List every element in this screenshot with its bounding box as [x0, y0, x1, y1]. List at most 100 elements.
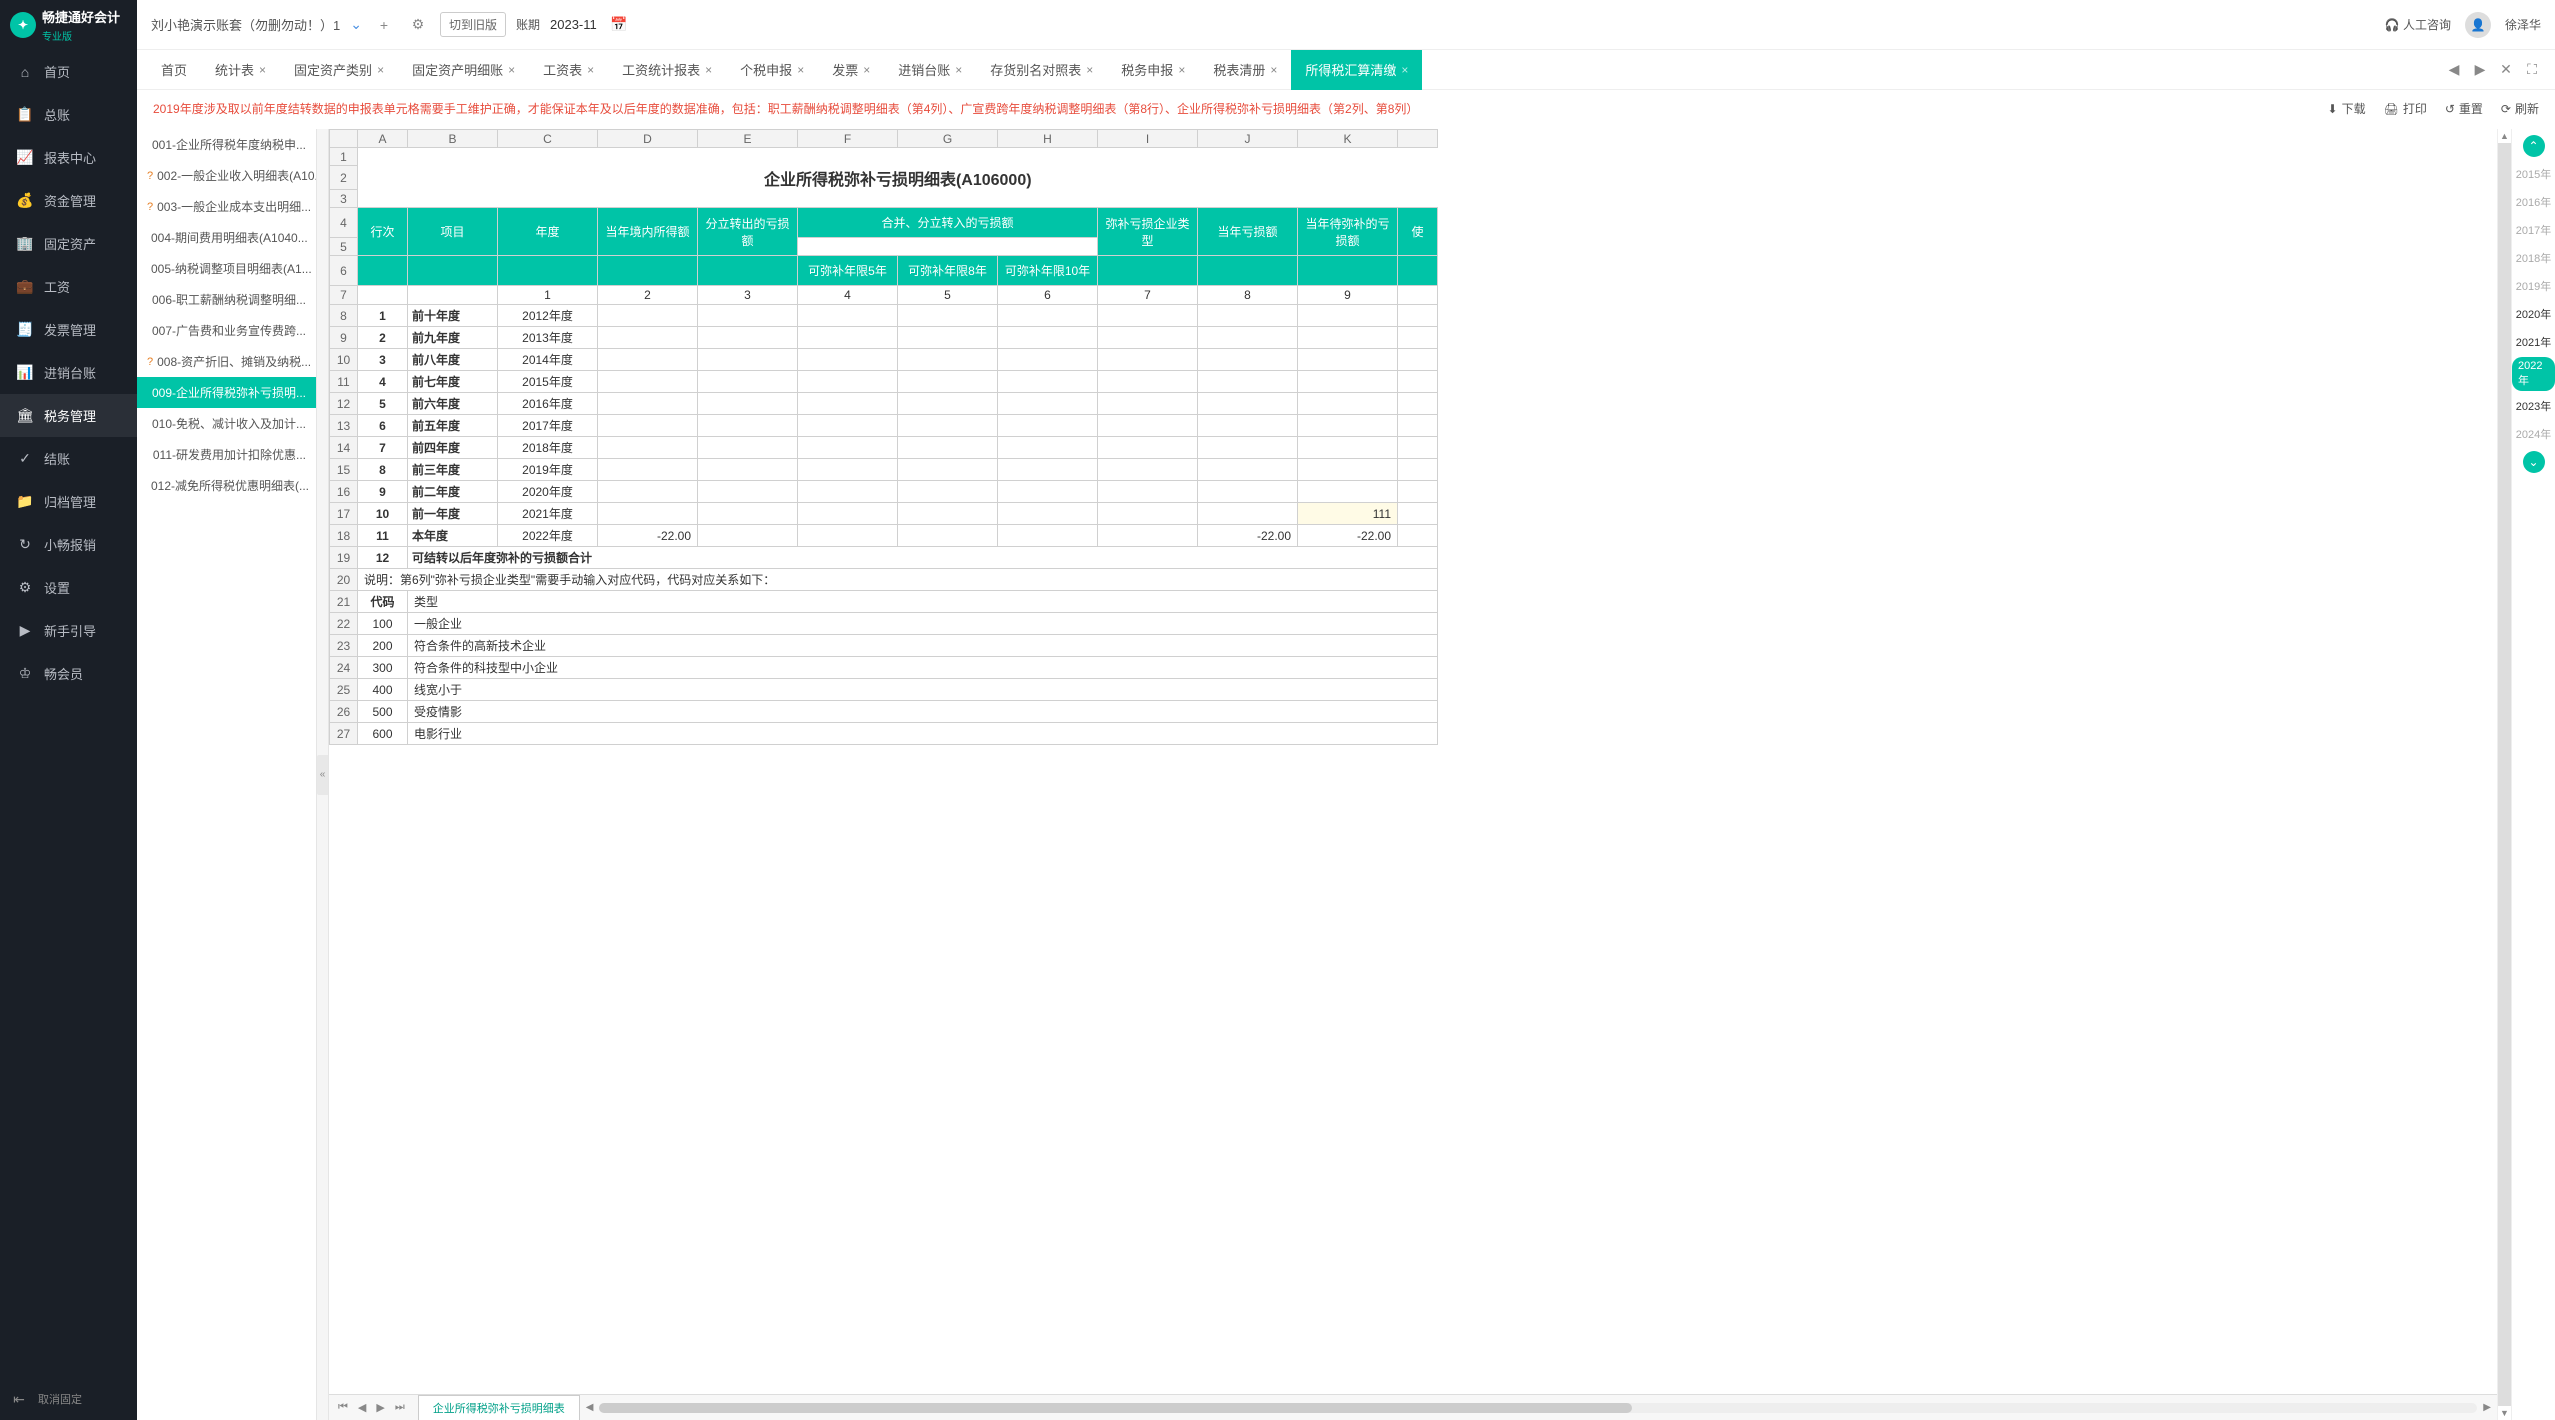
cell-pending[interactable] — [1298, 415, 1398, 437]
cell-domestic[interactable] — [598, 393, 698, 415]
col-header-K[interactable]: K — [1298, 130, 1398, 148]
cell-pending[interactable] — [1298, 327, 1398, 349]
vscroll[interactable]: ▲ ▼ — [2497, 129, 2511, 1420]
nav-item-0[interactable]: ⌂首页 — [0, 50, 137, 93]
cell-rowno[interactable]: 9 — [358, 481, 408, 503]
tab-3[interactable]: 固定资产明细账× — [398, 50, 529, 90]
cell-item[interactable]: 前七年度 — [408, 371, 498, 393]
calendar-icon[interactable]: 📅 — [607, 13, 631, 37]
reset-button[interactable]: ↺重置 — [2445, 100, 2483, 119]
col-header-H[interactable]: H — [998, 130, 1098, 148]
report-item-0[interactable]: 001-企业所得税年度纳税申... — [137, 129, 316, 160]
cell-curloss[interactable] — [1198, 459, 1298, 481]
tab-close-icon[interactable]: × — [1401, 63, 1408, 77]
cell-pending[interactable]: -22.00 — [1298, 525, 1398, 547]
collapse-handle[interactable]: « — [317, 129, 329, 1420]
avatar[interactable]: 👤 — [2465, 12, 2491, 38]
cell-domestic[interactable] — [598, 371, 698, 393]
refresh-button[interactable]: ⟳刷新 — [2501, 100, 2539, 119]
cell-year[interactable]: 2013年度 — [498, 327, 598, 349]
report-item-1[interactable]: ?002-一般企业收入明细表(A10... — [137, 160, 316, 191]
hscroll-thumb[interactable] — [599, 1403, 1632, 1413]
sidebar-unpin[interactable]: ⇤ 取消固定 — [0, 1378, 137, 1420]
settings-icon[interactable]: ⚙ — [406, 13, 430, 37]
tab-8[interactable]: 进销台账× — [884, 50, 976, 90]
report-item-3[interactable]: 004-期间费用明细表(A1040... — [137, 222, 316, 253]
cell-year[interactable]: 2016年度 — [498, 393, 598, 415]
cell-curloss[interactable] — [1198, 327, 1298, 349]
tab-close-icon[interactable]: × — [508, 63, 515, 77]
cell-rowno[interactable]: 7 — [358, 437, 408, 459]
cell-pending[interactable] — [1298, 349, 1398, 371]
vscroll-down-icon[interactable]: ▼ — [2498, 1406, 2511, 1420]
year-2018年[interactable]: 2018年 — [2516, 245, 2551, 271]
cell-rowno[interactable]: 10 — [358, 503, 408, 525]
cell-item[interactable]: 前十年度 — [408, 305, 498, 327]
cell-item[interactable]: 前八年度 — [408, 349, 498, 371]
col-header-G[interactable]: G — [898, 130, 998, 148]
cell-pending[interactable] — [1298, 459, 1398, 481]
hscroll-track[interactable] — [599, 1403, 2477, 1413]
cell-pending[interactable] — [1298, 437, 1398, 459]
cell-year[interactable]: 2019年度 — [498, 459, 598, 481]
cell-item[interactable]: 前四年度 — [408, 437, 498, 459]
report-item-6[interactable]: 007-广告费和业务宣传费跨... — [137, 315, 316, 346]
period-value[interactable]: 2023-11 — [550, 17, 597, 32]
cell-year[interactable]: 2014年度 — [498, 349, 598, 371]
tab-2[interactable]: 固定资产类别× — [280, 50, 398, 90]
sheet-tab[interactable]: 企业所得税弥补亏损明细表 — [418, 1395, 580, 1420]
cell-curloss[interactable] — [1198, 393, 1298, 415]
cell-item[interactable]: 本年度 — [408, 525, 498, 547]
cell-curloss[interactable] — [1198, 349, 1298, 371]
tab-10[interactable]: 税务申报× — [1107, 50, 1199, 90]
tab-close-icon[interactable]: × — [955, 63, 962, 77]
cell-domestic[interactable] — [598, 305, 698, 327]
cell-item[interactable]: 可结转以后年度弥补的亏损额合计 — [408, 547, 1438, 569]
cell-curloss[interactable] — [1198, 437, 1298, 459]
cell-rowno[interactable]: 1 — [358, 305, 408, 327]
cell-rowno[interactable]: 6 — [358, 415, 408, 437]
nav-item-13[interactable]: ▶新手引导 — [0, 609, 137, 652]
year-2022年[interactable]: 2022年 — [2512, 357, 2555, 391]
tab-4[interactable]: 工资表× — [529, 50, 608, 90]
nav-item-9[interactable]: ✓结账 — [0, 437, 137, 480]
sheet-corner[interactable] — [330, 130, 358, 148]
col-header-A[interactable]: A — [358, 130, 408, 148]
tab-1[interactable]: 统计表× — [201, 50, 280, 90]
col-header-C[interactable]: C — [498, 130, 598, 148]
report-item-7[interactable]: ?008-资产折旧、摊销及纳税... — [137, 346, 316, 377]
hscroll-right-icon[interactable]: ▶ — [2483, 1402, 2491, 1413]
nav-item-11[interactable]: ↻小畅报销 — [0, 523, 137, 566]
nav-item-4[interactable]: 🏢固定资产 — [0, 222, 137, 265]
tab-close-all-icon[interactable]: ✕ — [2493, 57, 2519, 83]
cell-pending[interactable] — [1298, 305, 1398, 327]
cell-domestic[interactable] — [598, 415, 698, 437]
report-item-11[interactable]: 012-减免所得税优惠明细表(... — [137, 470, 316, 501]
download-button[interactable]: ⬇下载 — [2328, 100, 2366, 119]
year-2016年[interactable]: 2016年 — [2516, 189, 2551, 215]
year-2015年[interactable]: 2015年 — [2516, 161, 2551, 187]
cell-domestic[interactable]: -22.00 — [598, 525, 698, 547]
tab-close-icon[interactable]: × — [587, 63, 594, 77]
row-header-3[interactable]: 3 — [330, 190, 358, 208]
tab-11[interactable]: 税表清册× — [1199, 50, 1291, 90]
report-item-8[interactable]: 009-企业所得税弥补亏损明... — [137, 377, 316, 408]
nav-item-10[interactable]: 📁归档管理 — [0, 480, 137, 523]
sheet-nav-last-icon[interactable]: ⏭ — [392, 1401, 408, 1414]
cell-curloss[interactable] — [1198, 503, 1298, 525]
col-header-F[interactable]: F — [798, 130, 898, 148]
nav-item-8[interactable]: 🏛税务管理 — [0, 394, 137, 437]
nav-item-6[interactable]: 🧾发票管理 — [0, 308, 137, 351]
vscroll-up-icon[interactable]: ▲ — [2498, 129, 2511, 143]
nav-item-7[interactable]: 📊进销台账 — [0, 351, 137, 394]
year-down-icon[interactable]: ⌄ — [2523, 451, 2545, 473]
tab-close-icon[interactable]: × — [797, 63, 804, 77]
cell-pending[interactable]: 111 — [1298, 503, 1398, 525]
nav-item-2[interactable]: 📈报表中心 — [0, 136, 137, 179]
cell-year[interactable]: 2012年度 — [498, 305, 598, 327]
cell-domestic[interactable] — [598, 327, 698, 349]
row-header-2[interactable]: 2 — [330, 166, 358, 190]
cell-pending[interactable] — [1298, 481, 1398, 503]
spreadsheet[interactable]: ABCDEFGHIJK12企业所得税弥补亏损明细表(A106000)34行次项目… — [329, 129, 2497, 1394]
year-2020年[interactable]: 2020年 — [2516, 301, 2551, 327]
